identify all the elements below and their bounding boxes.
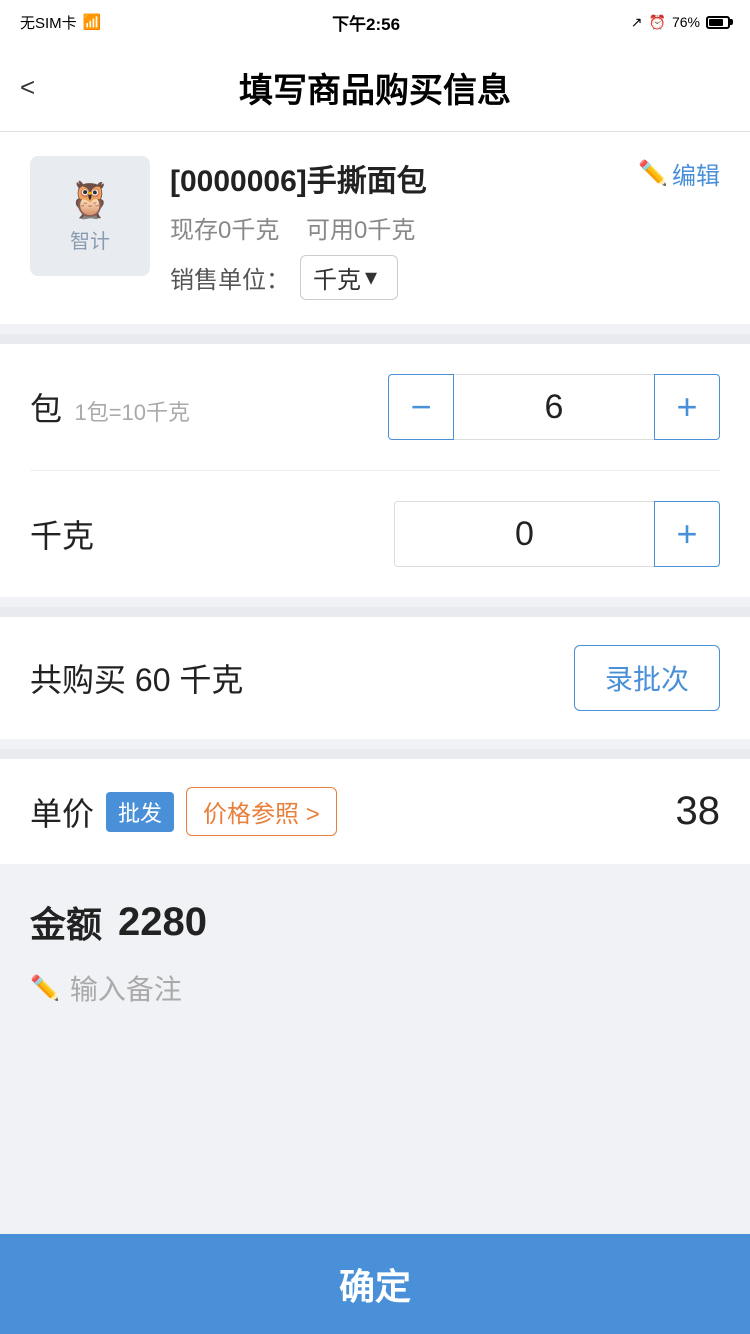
qty-label-kg: 千克	[30, 511, 94, 557]
remark-label: 输入备注	[70, 968, 182, 1008]
quantity-section: 包 1包=10千克 − + 千克 +	[0, 344, 750, 597]
product-thumb-text: 智计	[70, 225, 110, 254]
qty-row-bag: 包 1包=10千克 − +	[30, 344, 720, 471]
price-value: 38	[676, 789, 721, 834]
status-time: 下午2:56	[332, 10, 400, 35]
price-badge: 批发	[106, 792, 174, 832]
product-card: 🦉 智计 [0000006]手撕面包 ✏️ 编辑 现存0千克 可用0千克 销售单…	[0, 132, 750, 324]
qty-label-bag: 包 1包=10千克	[30, 384, 190, 430]
price-label: 单价	[30, 789, 94, 835]
divider-3	[0, 749, 750, 759]
status-right: ↗ ⏰ 76%	[631, 14, 730, 31]
qty-input-kg[interactable]	[394, 501, 654, 567]
qty-controls-bag: − +	[388, 374, 720, 440]
qty-plus-kg[interactable]: +	[654, 501, 720, 567]
carrier-label: 无SIM卡	[20, 12, 77, 33]
remark-row[interactable]: ✏️ 输入备注	[30, 968, 720, 1008]
summary-text: 共购买 60 千克	[30, 655, 243, 701]
page-title: 填写商品购买信息	[239, 63, 511, 112]
divider-2	[0, 607, 750, 617]
price-ref-button[interactable]: 价格参照 >	[186, 787, 337, 836]
product-unit-row: 销售单位： 千克 ▾	[170, 255, 720, 300]
amount-label: 金额	[30, 896, 102, 948]
chevron-down-icon: ▾	[365, 263, 377, 292]
stock-current: 现存0千克	[170, 217, 279, 244]
battery-icon	[706, 16, 730, 29]
product-info: [0000006]手撕面包 ✏️ 编辑 现存0千克 可用0千克 销售单位： 千克…	[170, 156, 720, 300]
product-stock: 现存0千克 可用0千克	[170, 210, 720, 245]
batch-button[interactable]: 录批次	[574, 645, 720, 711]
product-header-row: [0000006]手撕面包 ✏️ 编辑	[170, 156, 720, 210]
stock-available: 可用0千克	[306, 217, 415, 244]
status-left: 无SIM卡 📶	[20, 12, 101, 33]
wifi-icon: 📶	[83, 13, 102, 31]
qty-controls-kg: +	[394, 501, 720, 567]
amount-value: 2280	[118, 900, 207, 945]
summary-section: 共购买 60 千克 录批次	[0, 617, 750, 739]
confirm-button[interactable]: 确定	[0, 1234, 750, 1334]
divider-1	[0, 334, 750, 344]
nav-bar: < 填写商品购买信息	[0, 44, 750, 132]
product-name: [0000006]手撕面包	[170, 156, 427, 200]
amount-row: 金额 2280	[30, 896, 720, 948]
qty-label-kg-text: 千克	[30, 518, 94, 554]
unit-value: 千克	[313, 260, 361, 295]
spacer	[0, 1028, 750, 1228]
amount-section: 金额 2280 ✏️ 输入备注	[0, 868, 750, 1028]
product-owl-icon: 🦉	[68, 179, 113, 221]
qty-sublabel-bag: 1包=10千克	[74, 400, 190, 425]
alarm-icon: ⏰	[649, 14, 666, 31]
edit-label: 编辑	[672, 156, 720, 191]
unit-label: 销售单位：	[170, 260, 290, 295]
qty-row-kg: 千克 +	[30, 471, 720, 597]
qty-input-bag[interactable]	[454, 374, 654, 440]
product-thumbnail: 🦉 智计	[30, 156, 150, 276]
edit-icon: ✏️	[638, 159, 668, 188]
price-section: 单价 批发 价格参照 > 38	[0, 759, 750, 864]
back-button[interactable]: <	[20, 72, 35, 103]
edit-button[interactable]: ✏️ 编辑	[638, 156, 720, 191]
qty-plus-bag[interactable]: +	[654, 374, 720, 440]
unit-select[interactable]: 千克 ▾	[300, 255, 398, 300]
pencil-icon: ✏️	[30, 974, 60, 1003]
battery-percent: 76%	[672, 14, 700, 30]
location-icon: ↗	[631, 14, 643, 31]
qty-label-bag-text: 包	[30, 391, 62, 427]
price-left: 单价 批发 价格参照 >	[30, 787, 337, 836]
qty-minus-bag[interactable]: −	[388, 374, 454, 440]
status-bar: 无SIM卡 📶 下午2:56 ↗ ⏰ 76%	[0, 0, 750, 44]
